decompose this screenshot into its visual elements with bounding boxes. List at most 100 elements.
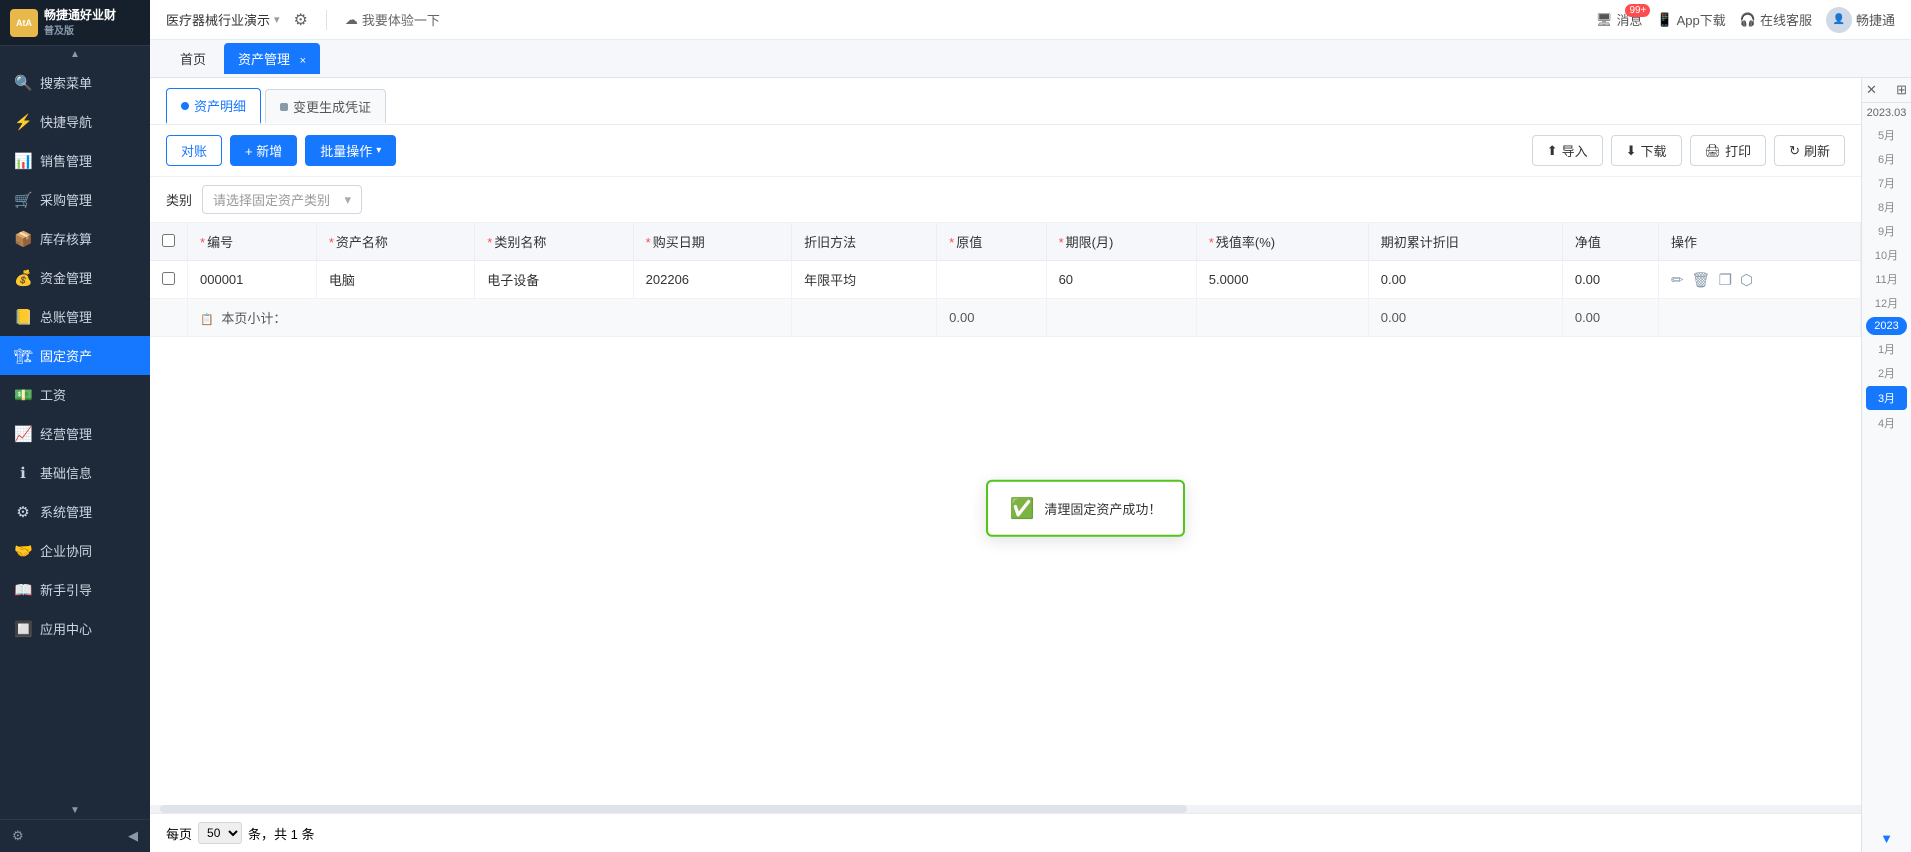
month-11[interactable]: 11月	[1862, 267, 1911, 291]
edit-icon[interactable]: ✏	[1671, 271, 1684, 289]
refresh-label: 刷新	[1804, 141, 1830, 160]
sidebar-footer: ⚙ ◀	[0, 819, 150, 852]
month-3-active[interactable]: 3月	[1866, 386, 1907, 410]
sales-icon: 📊	[14, 152, 32, 170]
row-checkbox[interactable]	[162, 272, 175, 285]
month-7[interactable]: 7月	[1862, 171, 1911, 195]
main-area: 医疗器械行业演示 ▾ ⚙ ☁ 我要体验一下 🖥 消息 99+ 📱 App下载 🎧…	[150, 0, 1911, 852]
month-5[interactable]: 5月	[1862, 123, 1911, 147]
sidebar-item-label: 应用中心	[40, 619, 92, 638]
refresh-icon: ↻	[1789, 143, 1800, 159]
horizontal-scrollbar[interactable]	[150, 805, 1861, 813]
month-4[interactable]: 4月	[1862, 411, 1911, 435]
table-header-row: *编号 *资产名称 *类别名称 *购买日期 折旧方法 *原值 *期限(月) *残…	[150, 223, 1861, 261]
sidebar-item-inventory[interactable]: 📦 库存核算	[0, 219, 150, 258]
date-sidebar-close-icon[interactable]: ✕	[1866, 82, 1877, 98]
guide-icon: 📖	[14, 581, 32, 599]
experience-icon: ☁	[345, 12, 358, 28]
sidebar-item-payroll[interactable]: 💵 工资	[0, 375, 150, 414]
download-btn[interactable]: ⬇ 下载	[1611, 135, 1682, 166]
cell-original-value	[937, 261, 1046, 299]
user-btn[interactable]: 👤 畅捷通	[1826, 7, 1895, 33]
sidebar-item-fixed-assets[interactable]: 🏗 固定资产	[0, 336, 150, 375]
sidebar-item-search[interactable]: 🔍 搜索菜单	[0, 63, 150, 102]
sidebar-item-basics[interactable]: ℹ 基础信息	[0, 453, 150, 492]
sidebar-item-system[interactable]: ⚙ 系统管理	[0, 492, 150, 531]
sidebar-item-guide[interactable]: 📖 新手引导	[0, 570, 150, 609]
filter-category-select[interactable]: 请选择固定资产类别 ▾	[202, 185, 362, 214]
subtabs: 资产明细 变更生成凭证	[150, 78, 1861, 125]
col-initial-dep: 期初累计折旧	[1368, 223, 1562, 261]
sidebar-item-sales[interactable]: 📊 销售管理	[0, 141, 150, 180]
month-2[interactable]: 2月	[1862, 361, 1911, 385]
service-btn[interactable]: 🎧 在线客服	[1740, 10, 1812, 29]
account-btn[interactable]: 对账	[166, 135, 222, 166]
total-count: 条，共 1 条	[248, 824, 314, 843]
print-icon: 🖨	[1705, 143, 1722, 159]
message-icon: 🖥	[1596, 12, 1613, 28]
app-download-label: App下载	[1677, 10, 1726, 29]
toolbar-right: ⬆ 导入 ⬇ 下载 🖨 打印 ↻ 刷新	[1532, 135, 1845, 166]
sidebar-item-purchase[interactable]: 🛒 采购管理	[0, 180, 150, 219]
sidebar-item-finance[interactable]: 💰 资金管理	[0, 258, 150, 297]
year-2023-badge[interactable]: 2023	[1866, 317, 1907, 335]
copy-icon[interactable]: ❐	[1719, 271, 1732, 289]
new-btn[interactable]: + 新增	[230, 135, 297, 166]
select-all-checkbox[interactable]	[162, 234, 175, 247]
batch-ops-btn[interactable]: 批量操作 ▾	[305, 135, 396, 166]
date-sidebar-expand-icon[interactable]: ⊞	[1896, 82, 1907, 98]
main-content-wrapper: 资产明细 变更生成凭证 对账 + 新增 批量操作 ▾	[150, 78, 1911, 852]
account-btn-label: 对账	[181, 141, 207, 160]
refresh-btn[interactable]: ↻ 刷新	[1774, 135, 1845, 166]
sidebar-item-apps[interactable]: 🔲 应用中心	[0, 609, 150, 648]
sidebar-item-operations[interactable]: 📈 经营管理	[0, 414, 150, 453]
collapse-icon[interactable]: ◀	[128, 828, 138, 844]
month-9[interactable]: 9月	[1862, 219, 1911, 243]
tab-home[interactable]: 首页	[166, 43, 220, 74]
app-title: 畅捷通好业财	[44, 8, 116, 22]
sidebar-header: AtA 畅捷通好业财 普及版	[0, 0, 150, 46]
date-sidebar: ✕ ⊞ 2023.03 5月 6月 7月 8月 9月 10月 11月 12月 2…	[1861, 78, 1911, 852]
month-10[interactable]: 10月	[1862, 243, 1911, 267]
sidebar-item-label: 采购管理	[40, 190, 92, 209]
tabs-bar: 首页 资产管理 ×	[150, 40, 1911, 78]
filter-placeholder: 请选择固定资产类别	[213, 190, 330, 209]
ledger-icon: 📒	[14, 308, 32, 326]
tab-asset-management[interactable]: 资产管理 ×	[224, 43, 320, 74]
month-12[interactable]: 12月	[1862, 291, 1911, 315]
per-page-select[interactable]: 50	[198, 822, 242, 844]
subtotal-label-cell: 📋 本页小计：	[188, 299, 792, 337]
col-period: *期限(月)	[1046, 223, 1196, 261]
company-selector[interactable]: 医疗器械行业演示 ▾	[166, 10, 280, 29]
month-6[interactable]: 6月	[1862, 147, 1911, 171]
sidebar-item-collab[interactable]: 🤝 企业协同	[0, 531, 150, 570]
sidebar-item-ledger[interactable]: 📒 总账管理	[0, 297, 150, 336]
message-btn[interactable]: 🖥 消息 99+	[1596, 10, 1643, 29]
subtotal-dep-method	[792, 299, 937, 337]
settings-icon[interactable]: ⚙	[12, 828, 24, 844]
tab-close-icon[interactable]: ×	[300, 55, 306, 67]
print-btn[interactable]: 🖨 打印	[1690, 135, 1767, 166]
col-original-value: *原值	[937, 223, 1046, 261]
topbar-settings-icon[interactable]: ⚙	[294, 10, 308, 30]
subtab-label: 资产明细	[194, 96, 246, 115]
more-icon[interactable]: ⬡	[1740, 271, 1753, 289]
subtotal-period	[1046, 299, 1196, 337]
month-8[interactable]: 8月	[1862, 195, 1911, 219]
scroll-down-btn[interactable]: ▼	[0, 802, 150, 819]
month-1[interactable]: 1月	[1862, 337, 1911, 361]
col-net-value: 净值	[1562, 223, 1658, 261]
subtab-asset-list[interactable]: 资产明细	[166, 88, 261, 124]
app-download-btn[interactable]: 📱 App下载	[1656, 10, 1725, 29]
col-residual-rate: *残值率(%)	[1196, 223, 1368, 261]
import-btn[interactable]: ⬆ 导入	[1532, 135, 1603, 166]
sidebar-item-label: 快捷导航	[40, 112, 92, 131]
scroll-up-btn[interactable]: ▲	[0, 46, 150, 63]
subtotal-label: 本页小计：	[221, 311, 286, 326]
service-label: 在线客服	[1760, 10, 1812, 29]
sidebar-item-nav[interactable]: ⚡ 快捷导航	[0, 102, 150, 141]
subtab-change-voucher[interactable]: 变更生成凭证	[265, 89, 386, 123]
delete-icon[interactable]: 🗑	[1692, 271, 1711, 289]
experience-btn[interactable]: ☁ 我要体验一下	[345, 10, 440, 29]
date-down-icon[interactable]: ▼	[1862, 825, 1911, 852]
